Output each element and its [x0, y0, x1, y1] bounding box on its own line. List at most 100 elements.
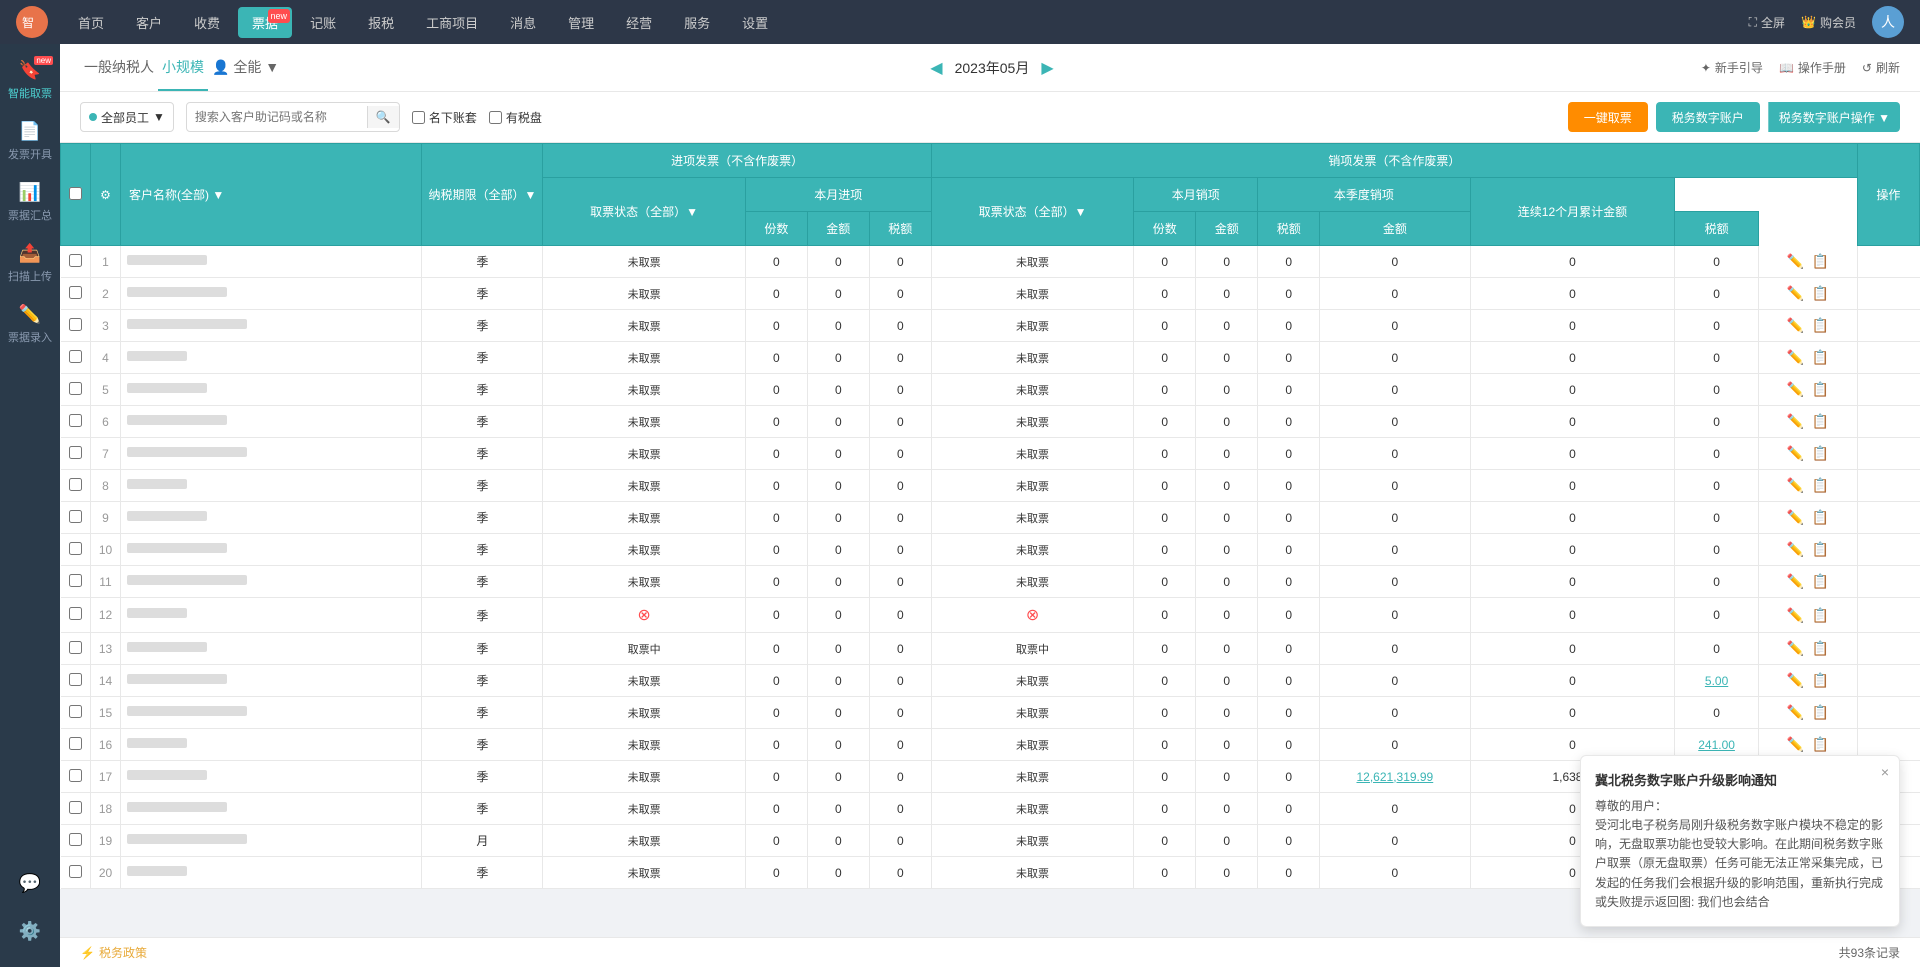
next-month-button[interactable]: ▶	[1041, 58, 1053, 78]
edit-icon[interactable]: ✏️	[1787, 541, 1804, 557]
checkbox-own-accounts[interactable]: 名下账套	[412, 109, 477, 126]
row-checkbox[interactable]	[69, 510, 82, 523]
copy-icon[interactable]: 📋	[1811, 640, 1828, 656]
edit-icon[interactable]: ✏️	[1787, 736, 1804, 752]
tab-small-scale[interactable]: 小规模	[158, 45, 208, 91]
cumulative-value-link[interactable]: 241.00	[1698, 738, 1735, 752]
copy-icon[interactable]: 📋	[1811, 477, 1828, 493]
row-checkbox[interactable]	[69, 254, 82, 267]
row-checkbox[interactable]	[69, 865, 82, 878]
edit-icon[interactable]: ✏️	[1787, 349, 1804, 365]
checkbox-has-taxdisk-input[interactable]	[489, 111, 502, 124]
nav-operations[interactable]: 经营	[612, 7, 666, 38]
row-checkbox[interactable]	[69, 446, 82, 459]
nav-client[interactable]: 客户	[122, 7, 176, 38]
cumulative-value-link[interactable]: 5.00	[1705, 674, 1728, 688]
checkbox-has-taxdisk[interactable]: 有税盘	[489, 109, 542, 126]
nav-billing[interactable]: 收费	[180, 7, 234, 38]
refresh-button[interactable]: ↺ 刷新	[1862, 59, 1900, 76]
edit-icon[interactable]: ✏️	[1787, 445, 1804, 461]
row-checkbox[interactable]	[69, 478, 82, 491]
edit-icon[interactable]: ✏️	[1787, 477, 1804, 493]
prev-month-button[interactable]: ◀	[930, 58, 942, 78]
nav-message[interactable]: 消息	[496, 7, 550, 38]
edit-icon[interactable]: ✏️	[1787, 640, 1804, 656]
sidebar-item-record[interactable]: ✏️ 票据录入	[3, 296, 57, 353]
copy-icon[interactable]: 📋	[1811, 253, 1828, 269]
manual-button[interactable]: 📖 操作手册	[1779, 59, 1846, 76]
sidebar-item-scan-upload[interactable]: 📤 扫描上传	[3, 235, 57, 292]
row-checkbox[interactable]	[69, 769, 82, 782]
nav-accounting[interactable]: 记账	[296, 7, 350, 38]
sidebar-item-smart-invoice[interactable]: 🔖 智能取票	[3, 52, 57, 109]
copy-icon[interactable]: 📋	[1811, 317, 1828, 333]
edit-icon[interactable]: ✏️	[1787, 573, 1804, 589]
row-checkbox[interactable]	[69, 641, 82, 654]
row-checkbox[interactable]	[69, 607, 82, 620]
settings-button[interactable]: ⚙️	[10, 911, 50, 951]
edit-icon[interactable]: ✏️	[1787, 672, 1804, 688]
copy-icon[interactable]: 📋	[1811, 672, 1828, 688]
notification-close-button[interactable]: ×	[1881, 764, 1889, 780]
copy-icon[interactable]: 📋	[1811, 541, 1828, 557]
edit-icon[interactable]: ✏️	[1787, 509, 1804, 525]
row-checkbox[interactable]	[69, 801, 82, 814]
copy-icon[interactable]: 📋	[1811, 573, 1828, 589]
edit-icon[interactable]: ✏️	[1787, 253, 1804, 269]
edit-icon[interactable]: ✏️	[1787, 607, 1804, 623]
row-checkbox[interactable]	[69, 350, 82, 363]
digital-account-button[interactable]: 税务数字账户	[1656, 102, 1760, 132]
chat-button[interactable]: 💬	[10, 863, 50, 903]
row-checkbox[interactable]	[69, 286, 82, 299]
row-checkbox[interactable]	[69, 542, 82, 555]
checkbox-own-accounts-input[interactable]	[412, 111, 425, 124]
copy-icon[interactable]: 📋	[1811, 736, 1828, 752]
employee-select[interactable]: 全部员工 ▼	[80, 102, 174, 132]
copy-icon[interactable]: 📋	[1811, 509, 1828, 525]
nav-business[interactable]: 工商项目	[412, 7, 492, 38]
row-checkbox[interactable]	[69, 673, 82, 686]
row-checkbox[interactable]	[69, 833, 82, 846]
tab-all-around[interactable]: 👤 全能 ▼	[208, 45, 283, 91]
tax-policy-button[interactable]: ⚡ 税务政策	[80, 944, 147, 961]
row-q-amount: 0	[1320, 534, 1470, 566]
nav-invoice[interactable]: 票据 new	[238, 7, 292, 38]
nav-service[interactable]: 服务	[670, 7, 724, 38]
copy-icon[interactable]: 📋	[1811, 285, 1828, 301]
search-input[interactable]	[187, 106, 367, 128]
nav-home[interactable]: 首页	[64, 7, 118, 38]
edit-icon[interactable]: ✏️	[1787, 704, 1804, 720]
copy-icon[interactable]: 📋	[1811, 349, 1828, 365]
row-checkbox[interactable]	[69, 414, 82, 427]
row-checkbox[interactable]	[69, 737, 82, 750]
search-button[interactable]: 🔍	[367, 106, 399, 128]
copy-icon[interactable]: 📋	[1811, 445, 1828, 461]
member-button[interactable]: 👑 购会员	[1801, 14, 1856, 31]
sidebar-item-open-invoice[interactable]: 📄 发票开具	[3, 113, 57, 170]
nav-tax[interactable]: 报税	[354, 7, 408, 38]
avatar[interactable]: 人	[1872, 6, 1904, 38]
new-guide-button[interactable]: ✦ 新手引导	[1701, 59, 1763, 76]
copy-icon[interactable]: 📋	[1811, 413, 1828, 429]
edit-icon[interactable]: ✏️	[1787, 317, 1804, 333]
nav-manage[interactable]: 管理	[554, 7, 608, 38]
nav-settings[interactable]: 设置	[728, 7, 782, 38]
fullscreen-button[interactable]: ⛶ 全屏	[1749, 14, 1785, 31]
row-checkbox[interactable]	[69, 705, 82, 718]
copy-icon[interactable]: 📋	[1811, 704, 1828, 720]
row-checkbox[interactable]	[69, 318, 82, 331]
select-all-checkbox[interactable]	[69, 187, 82, 200]
edit-icon[interactable]: ✏️	[1787, 413, 1804, 429]
one-click-ticket-button[interactable]: 一键取票	[1568, 102, 1648, 132]
row-checkbox[interactable]	[69, 382, 82, 395]
copy-icon[interactable]: 📋	[1811, 607, 1828, 623]
row-checkbox[interactable]	[69, 574, 82, 587]
q-amount-link[interactable]: 12,621,319.99	[1356, 770, 1433, 784]
edit-icon[interactable]: ✏️	[1787, 381, 1804, 397]
row-period: 季	[422, 438, 543, 470]
tab-general-taxpayer[interactable]: 一般纳税人	[80, 45, 158, 91]
digital-account-dropdown-button[interactable]: 税务数字账户操作 ▼	[1768, 102, 1900, 132]
sidebar-item-summary[interactable]: 📊 票据汇总	[3, 174, 57, 231]
copy-icon[interactable]: 📋	[1811, 381, 1828, 397]
edit-icon[interactable]: ✏️	[1787, 285, 1804, 301]
